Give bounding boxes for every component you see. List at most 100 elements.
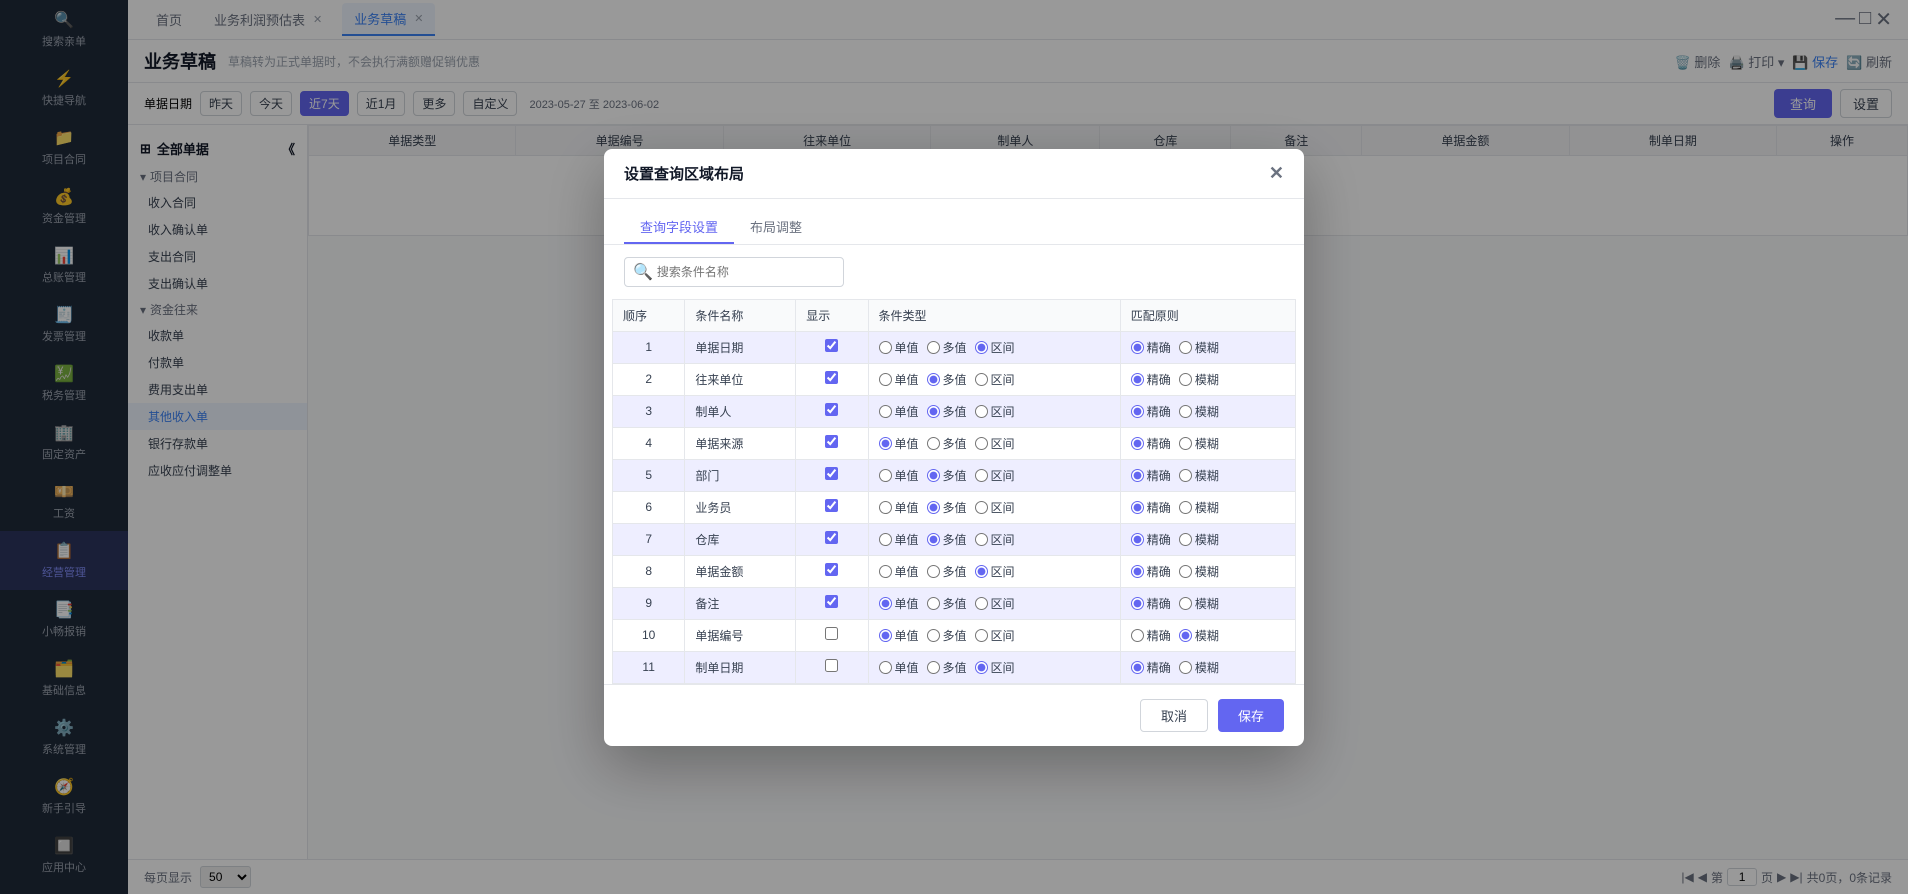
modal-close-btn[interactable]: ✕ — [1269, 163, 1284, 184]
match-radio-模糊[interactable]: 模糊 — [1179, 371, 1219, 388]
type-radio-单值[interactable]: 单值 — [879, 371, 919, 388]
type-radio-区间[interactable]: 区间 — [975, 467, 1015, 484]
cancel-button[interactable]: 取消 — [1140, 699, 1208, 732]
type-radio-多值[interactable]: 多值 — [927, 627, 967, 644]
match-radio-精确[interactable]: 精确 — [1131, 371, 1171, 388]
modal-row-match[interactable]: 精确模糊 — [1120, 427, 1295, 459]
type-radio-多值[interactable]: 多值 — [927, 659, 967, 676]
show-checkbox[interactable] — [825, 531, 838, 544]
modal-row-type[interactable]: 单值多值区间 — [868, 619, 1120, 651]
match-radio-精确[interactable]: 精确 — [1131, 435, 1171, 452]
modal-search-input[interactable] — [657, 265, 835, 279]
modal-row-type[interactable]: 单值多值区间 — [868, 459, 1120, 491]
modal-row-show[interactable] — [796, 587, 868, 619]
modal-row-match[interactable]: 精确模糊 — [1120, 587, 1295, 619]
type-radio-区间[interactable]: 区间 — [975, 371, 1015, 388]
modal-row-match[interactable]: 精确模糊 — [1120, 491, 1295, 523]
match-radio-精确[interactable]: 精确 — [1131, 595, 1171, 612]
modal-row-match[interactable]: 精确模糊 — [1120, 555, 1295, 587]
modal-row-show[interactable] — [796, 619, 868, 651]
type-radio-单值[interactable]: 单值 — [879, 403, 919, 420]
show-checkbox[interactable] — [825, 659, 838, 672]
show-checkbox[interactable] — [825, 627, 838, 640]
show-checkbox[interactable] — [825, 563, 838, 576]
type-radio-多值[interactable]: 多值 — [927, 435, 967, 452]
modal-row-show[interactable] — [796, 491, 868, 523]
modal-tab-layout[interactable]: 布局调整 — [734, 211, 818, 244]
modal-row-type[interactable]: 单值多值区间 — [868, 523, 1120, 555]
modal-row-match[interactable]: 精确模糊 — [1120, 619, 1295, 651]
match-radio-精确[interactable]: 精确 — [1131, 499, 1171, 516]
type-radio-区间[interactable]: 区间 — [975, 563, 1015, 580]
modal-row-show[interactable] — [796, 427, 868, 459]
type-radio-单值[interactable]: 单值 — [879, 499, 919, 516]
match-radio-模糊[interactable]: 模糊 — [1179, 659, 1219, 676]
match-radio-精确[interactable]: 精确 — [1131, 531, 1171, 548]
type-radio-单值[interactable]: 单值 — [879, 339, 919, 356]
type-radio-单值[interactable]: 单值 — [879, 467, 919, 484]
modal-row-match[interactable]: 精确模糊 — [1120, 395, 1295, 427]
modal-row-show[interactable] — [796, 523, 868, 555]
match-radio-精确[interactable]: 精确 — [1131, 659, 1171, 676]
type-radio-多值[interactable]: 多值 — [927, 467, 967, 484]
type-radio-单值[interactable]: 单值 — [879, 659, 919, 676]
modal-row-match[interactable]: 精确模糊 — [1120, 459, 1295, 491]
type-radio-多值[interactable]: 多值 — [927, 403, 967, 420]
modal-tab-fields[interactable]: 查询字段设置 — [624, 211, 734, 244]
match-radio-模糊[interactable]: 模糊 — [1179, 499, 1219, 516]
type-radio-区间[interactable]: 区间 — [975, 403, 1015, 420]
modal-row-show[interactable] — [796, 331, 868, 363]
match-radio-模糊[interactable]: 模糊 — [1179, 467, 1219, 484]
modal-row-match[interactable]: 精确模糊 — [1120, 363, 1295, 395]
type-radio-区间[interactable]: 区间 — [975, 595, 1015, 612]
modal-row-show[interactable] — [796, 395, 868, 427]
show-checkbox[interactable] — [825, 403, 838, 416]
match-radio-精确[interactable]: 精确 — [1131, 339, 1171, 356]
show-checkbox[interactable] — [825, 371, 838, 384]
type-radio-单值[interactable]: 单值 — [879, 595, 919, 612]
match-radio-模糊[interactable]: 模糊 — [1179, 435, 1219, 452]
modal-row-match[interactable]: 精确模糊 — [1120, 523, 1295, 555]
type-radio-区间[interactable]: 区间 — [975, 531, 1015, 548]
show-checkbox[interactable] — [825, 467, 838, 480]
modal-row-match[interactable]: 精确模糊 — [1120, 651, 1295, 683]
modal-row-type[interactable]: 单值多值区间 — [868, 331, 1120, 363]
type-radio-区间[interactable]: 区间 — [975, 435, 1015, 452]
type-radio-多值[interactable]: 多值 — [927, 531, 967, 548]
type-radio-多值[interactable]: 多值 — [927, 595, 967, 612]
type-radio-单值[interactable]: 单值 — [879, 435, 919, 452]
match-radio-精确[interactable]: 精确 — [1131, 403, 1171, 420]
modal-row-type[interactable]: 单值多值区间 — [868, 491, 1120, 523]
type-radio-单值[interactable]: 单值 — [879, 627, 919, 644]
show-checkbox[interactable] — [825, 435, 838, 448]
match-radio-模糊[interactable]: 模糊 — [1179, 627, 1219, 644]
type-radio-区间[interactable]: 区间 — [975, 499, 1015, 516]
show-checkbox[interactable] — [825, 499, 838, 512]
match-radio-模糊[interactable]: 模糊 — [1179, 531, 1219, 548]
modal-row-type[interactable]: 单值多值区间 — [868, 363, 1120, 395]
modal-row-show[interactable] — [796, 459, 868, 491]
modal-row-type[interactable]: 单值多值区间 — [868, 395, 1120, 427]
match-radio-模糊[interactable]: 模糊 — [1179, 563, 1219, 580]
type-radio-单值[interactable]: 单值 — [879, 531, 919, 548]
modal-row-type[interactable]: 单值多值区间 — [868, 651, 1120, 683]
type-radio-多值[interactable]: 多值 — [927, 499, 967, 516]
match-radio-模糊[interactable]: 模糊 — [1179, 339, 1219, 356]
modal-row-show[interactable] — [796, 555, 868, 587]
match-radio-精确[interactable]: 精确 — [1131, 563, 1171, 580]
type-radio-多值[interactable]: 多值 — [927, 339, 967, 356]
save-button[interactable]: 保存 — [1218, 699, 1284, 732]
modal-row-show[interactable] — [796, 651, 868, 683]
type-radio-单值[interactable]: 单值 — [879, 563, 919, 580]
type-radio-多值[interactable]: 多值 — [927, 563, 967, 580]
modal-row-type[interactable]: 单值多值区间 — [868, 555, 1120, 587]
show-checkbox[interactable] — [825, 339, 838, 352]
modal-row-show[interactable] — [796, 363, 868, 395]
modal-row-type[interactable]: 单值多值区间 — [868, 427, 1120, 459]
type-radio-区间[interactable]: 区间 — [975, 659, 1015, 676]
type-radio-区间[interactable]: 区间 — [975, 339, 1015, 356]
modal-row-match[interactable]: 精确模糊 — [1120, 331, 1295, 363]
type-radio-区间[interactable]: 区间 — [975, 627, 1015, 644]
match-radio-模糊[interactable]: 模糊 — [1179, 403, 1219, 420]
match-radio-精确[interactable]: 精确 — [1131, 467, 1171, 484]
